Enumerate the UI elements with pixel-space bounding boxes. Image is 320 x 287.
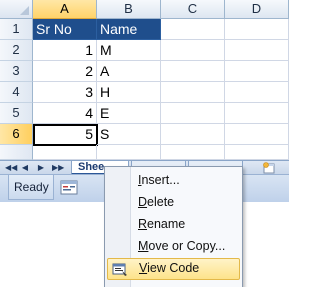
cell-c4[interactable] [161,82,225,103]
prev-sheet-icon[interactable]: ◀ [20,163,30,173]
cell-b2[interactable]: M [97,40,161,61]
cell-d4[interactable] [225,82,289,103]
cell-a5[interactable]: 4 [33,103,97,124]
macro-record-icon[interactable] [60,180,78,195]
cell-a3[interactable]: 2 [33,61,97,82]
cell-d7[interactable] [225,145,289,160]
column-header-a[interactable]: A [33,0,97,19]
status-ready-text: Ready [8,175,54,200]
last-sheet-icon[interactable]: ▶▶ [52,163,64,173]
menu-item-rename[interactable]: Rename [107,214,240,236]
cell-b3[interactable]: A [97,61,161,82]
view-code-icon [112,263,127,276]
cell-d2[interactable] [225,40,289,61]
menu-item-move-or-copy[interactable]: Move or Copy... [107,236,240,258]
cell-c2[interactable] [161,40,225,61]
menu-item-delete[interactable]: Delete [107,192,240,214]
insert-sheet-icon[interactable] [262,162,276,174]
column-header-c[interactable]: C [161,0,225,19]
row-header-4[interactable]: 4 [0,82,33,103]
cell-a2[interactable]: 1 [33,40,97,61]
first-sheet-icon[interactable]: ◀◀ [5,163,17,173]
cell-a6[interactable]: 5 [33,124,98,146]
row-header-7[interactable] [0,145,33,160]
menu-item-insert-label: Insert... [138,173,180,187]
sheet-tab-context-menu: Insert... Delete Rename Move or Copy... … [104,166,243,287]
cell-b7[interactable] [97,145,161,160]
cell-a1[interactable]: Sr No [33,19,97,40]
cell-c5[interactable] [161,103,225,124]
row-header-6[interactable]: 6 [0,124,33,145]
cell-c1[interactable] [161,19,225,40]
cell-b5[interactable]: E [97,103,161,124]
select-all-button[interactable] [0,0,33,19]
column-header-b[interactable]: B [97,0,161,19]
cell-b1[interactable]: Name [97,19,161,40]
row-header-5[interactable]: 5 [0,103,33,124]
cell-d5[interactable] [225,103,289,124]
cell-b4[interactable]: H [97,82,161,103]
row-header-2[interactable]: 2 [0,40,33,61]
column-header-d[interactable]: D [225,0,289,19]
menu-item-delete-label: Delete [138,195,175,209]
cell-d1[interactable] [225,19,289,40]
cell-a7[interactable] [33,145,97,160]
cell-d3[interactable] [225,61,289,82]
row-header-1[interactable]: 1 [0,19,33,40]
cell-c3[interactable] [161,61,225,82]
row-header-3[interactable]: 3 [0,61,33,82]
worksheet-grid[interactable]: A B C D 1 2 3 4 5 6 Sr No Name 1 M 2 A 3… [0,0,289,160]
cell-a4[interactable]: 3 [33,82,97,103]
cell-c7[interactable] [161,145,225,160]
cell-b6[interactable]: S [97,124,161,145]
menu-item-insert[interactable]: Insert... [107,170,240,192]
cell-d6[interactable] [225,124,289,145]
next-sheet-icon[interactable]: ▶ [36,163,46,173]
menu-item-rename-label: Rename [138,217,186,231]
menu-item-view-code[interactable]: View Code [107,258,240,280]
menu-item-view-code-label: View Code [139,261,200,275]
cell-c6[interactable] [161,124,225,145]
menu-item-move-or-copy-label: Move or Copy... [138,239,226,253]
